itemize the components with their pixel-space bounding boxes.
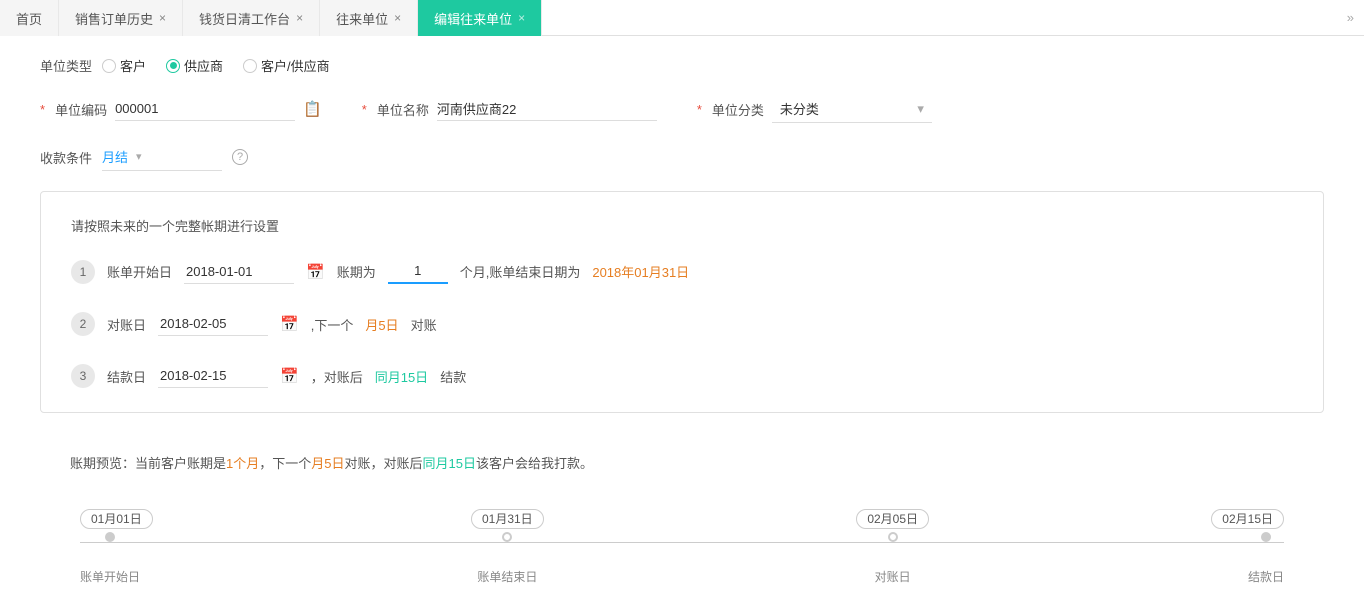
preview-text: 账期预览：当前客户账期是1个月，下一个月5日对账，对账后同月15日该客户会给我打… (70, 453, 1294, 472)
unit-type-radio-group: 客户 供应商 客户/供应商 (102, 56, 330, 75)
calendar-icon-3[interactable]: 📅 (280, 367, 299, 385)
radio-customer[interactable]: 客户 (102, 56, 146, 75)
settings-title: 请按照未来的一个完整帐期进行设置 (71, 216, 1293, 235)
node2-date: 01月31日 (471, 510, 544, 527)
row2-suffix: 对账 (411, 315, 437, 334)
radio-circle-customer (102, 59, 116, 73)
node1-date: 01月01日 (80, 510, 153, 527)
timeline-node-1: 01月01日 账单开始日 (80, 532, 140, 585)
period-end-date: 2018年01月31日 (592, 262, 689, 281)
setting-date-1[interactable] (184, 260, 294, 284)
payment-terms-chevron: ▾ (136, 150, 142, 163)
setting-label-3: 结款日 (107, 367, 146, 386)
unit-code-group: * 单位编码 📋 (40, 97, 322, 121)
unit-category-chevron: ▾ (917, 101, 924, 117)
unit-category-required: * (697, 102, 702, 117)
radio-both[interactable]: 客户/供应商 (243, 56, 330, 75)
setting-date-3[interactable] (158, 364, 268, 388)
period-value-input[interactable] (388, 259, 448, 284)
setting-number-3: 3 (71, 364, 95, 388)
tab-home[interactable]: 首页 (0, 0, 59, 36)
tab-edit-partner[interactable]: 编辑往来单位 × (418, 0, 542, 36)
unit-info-row: * 单位编码 📋 * 单位名称 * 单位分类 未分类 ▾ (40, 95, 1324, 123)
unit-name-input[interactable] (437, 97, 657, 121)
row3-prefix: ，对账后 (311, 367, 363, 386)
unit-category-label: 单位分类 (712, 100, 764, 119)
node1-label: 账单开始日 (80, 568, 140, 585)
unit-code-label: 单位编码 (55, 100, 107, 119)
row3-suffix: 结款 (440, 367, 466, 386)
unit-category-select[interactable]: 未分类 ▾ (772, 95, 932, 123)
setting-row-3: 3 结款日 📅 ，对账后同月15日结款 (71, 364, 1293, 388)
close-cash-workbench[interactable]: × (296, 11, 303, 25)
unit-name-label: 单位名称 (377, 100, 429, 119)
setting-row-2: 2 对账日 📅 ,下一个月5日对账 (71, 312, 1293, 336)
unit-type-label: 单位类型 (40, 56, 92, 75)
node4-date: 02月15日 (1211, 510, 1284, 527)
unit-code-icon[interactable]: 📋 (303, 100, 322, 118)
period-unit: 个月,账单结束日期为 (460, 262, 581, 281)
row2-prefix: ,下一个 (311, 315, 354, 334)
preview-section: 账期预览：当前客户账期是1个月，下一个月5日对账，对账后同月15日该客户会给我打… (40, 433, 1324, 585)
node3-label: 对账日 (875, 568, 911, 585)
preview-highlight1: 1个月 (226, 456, 259, 471)
period-label: 账期为 (337, 262, 376, 281)
radio-supplier[interactable]: 供应商 (166, 56, 223, 75)
payment-terms-label: 收款条件 (40, 148, 92, 167)
calendar-icon-1[interactable]: 📅 (306, 263, 325, 281)
tab-expand-button[interactable]: » (1337, 0, 1364, 35)
tab-cash-workbench[interactable]: 钱货日清工作台 × (183, 0, 320, 36)
unit-category-group: * 单位分类 未分类 ▾ (697, 95, 932, 123)
setting-number-2: 2 (71, 312, 95, 336)
close-partner-units[interactable]: × (394, 11, 401, 25)
unit-code-required: * (40, 102, 45, 117)
timeline-node-2: 01月31日 账单结束日 (477, 532, 537, 585)
calendar-icon-2[interactable]: 📅 (280, 315, 299, 333)
main-content: 单位类型 客户 供应商 客户/供应商 * 单位编码 📋 * 单位名称 (0, 36, 1364, 608)
radio-circle-both (243, 59, 257, 73)
setting-number-1: 1 (71, 260, 95, 284)
unit-name-group: * 单位名称 (362, 97, 657, 121)
timeline-node-3: 02月05日 对账日 (875, 532, 911, 585)
payment-terms-row: 收款条件 月结 ▾ ? (40, 143, 1324, 171)
timeline-wrapper: 01月01日 账单开始日 01月31日 账单结束日 (70, 502, 1294, 585)
unit-type-row: 单位类型 客户 供应商 客户/供应商 (40, 56, 1324, 75)
setting-label-2: 对账日 (107, 315, 146, 334)
node2-label: 账单结束日 (477, 568, 537, 585)
row3-highlight: 同月15日 (375, 367, 428, 386)
close-sales-history[interactable]: × (159, 11, 166, 25)
node4-label: 结款日 (1248, 568, 1284, 585)
setting-label-1: 账单开始日 (107, 262, 172, 281)
unit-name-required: * (362, 102, 367, 117)
tab-sales-history[interactable]: 销售订单历史 × (59, 0, 183, 36)
setting-date-2[interactable] (158, 312, 268, 336)
preview-highlight2: 月5日 (311, 456, 344, 471)
row2-highlight: 月5日 (365, 315, 398, 334)
timeline-node-4: 02月15日 结款日 (1248, 532, 1284, 585)
preview-highlight3: 同月15日 (423, 456, 476, 471)
setting-row-1: 1 账单开始日 📅 账期为 个月,账单结束日期为 2018年01月31日 (71, 259, 1293, 284)
payment-terms-select[interactable]: 月结 ▾ (102, 143, 222, 171)
settings-box: 请按照未来的一个完整帐期进行设置 1 账单开始日 📅 账期为 个月,账单结束日期… (40, 191, 1324, 413)
help-icon[interactable]: ? (232, 149, 248, 165)
radio-circle-supplier (166, 59, 180, 73)
tab-bar: 首页 销售订单历史 × 钱货日清工作台 × 往来单位 × 编辑往来单位 × » (0, 0, 1364, 36)
unit-code-input[interactable] (115, 97, 295, 121)
close-edit-partner[interactable]: × (518, 11, 525, 25)
node3-date: 02月05日 (856, 510, 929, 527)
tab-partner-units[interactable]: 往来单位 × (320, 0, 418, 36)
